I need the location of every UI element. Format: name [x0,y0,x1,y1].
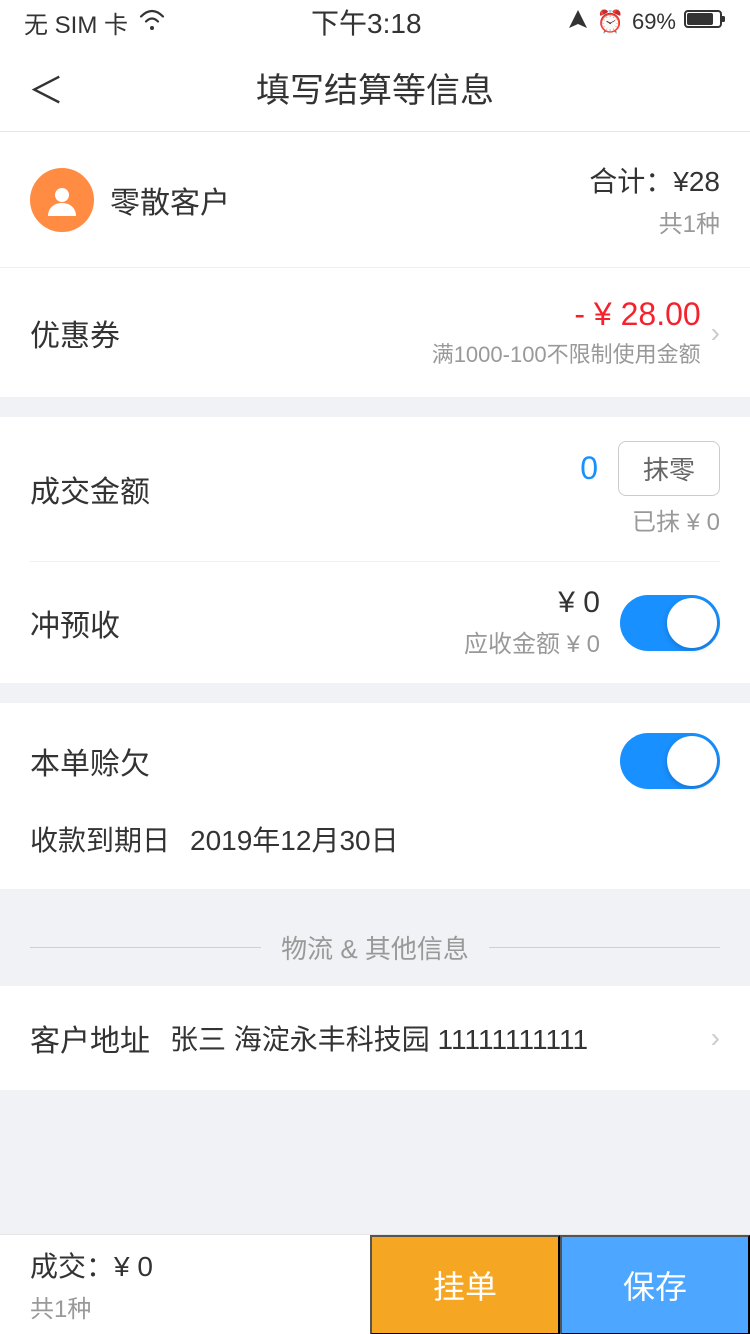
bottom-transaction: 成交：¥ 0 [30,1245,340,1285]
bottom-summary: 成交：¥ 0 共1种 [0,1245,370,1324]
date-row: 收款到期日 2019年12月30日 [0,819,750,889]
time-label: 下午3:18 [311,2,422,42]
customer-section: 零散客户 合计：¥28 共1种 优惠券 - ¥ 28.00 满1000-100不… [0,132,750,397]
advance-row: 冲预收 ¥ 0 应收金额 ¥ 0 [0,562,750,683]
status-bar: 无 SIM 卡 下午3:18 ⏰ 69% [0,0,750,44]
wifi-icon [138,8,166,37]
bottom-bar: 成交：¥ 0 共1种 挂单 保存 [0,1234,750,1334]
customer-name: 零散客户 [110,178,230,222]
bottom-spacer [0,1090,750,1210]
coupon-desc: 满1000-100不限制使用金额 [432,337,701,369]
transaction-right: 0 抹零 已抹 ¥ 0 [580,441,720,537]
battery-label: 69% [632,9,676,35]
customer-row: 零散客户 合计：¥28 共1种 [0,132,750,267]
coupon-label: 优惠券 [30,311,120,355]
customer-total: 合计：¥28 [589,160,720,200]
bottom-transaction-label: 成交： [30,1251,114,1282]
transaction-sub: 已抹 ¥ 0 [632,502,720,537]
debt-row: 本单赊欠 [0,703,750,819]
due-date-value: 2019年12月30日 [190,819,399,859]
status-left: 无 SIM 卡 [24,5,166,40]
coupon-row[interactable]: 优惠券 - ¥ 28.00 满1000-100不限制使用金额 › [0,267,750,397]
logistics-divider: 物流 & 其他信息 [0,909,750,986]
coupon-right: - ¥ 28.00 满1000-100不限制使用金额 › [432,296,720,369]
advance-sub: 应收金额 ¥ 0 [464,624,600,659]
transaction-section: 成交金额 0 抹零 已抹 ¥ 0 冲预收 ¥ 0 应收金额 ¥ 0 [0,417,750,683]
address-section[interactable]: 客户地址 张三 海淀永丰科技园 11111111111 › [0,986,750,1090]
advance-right: ¥ 0 应收金额 ¥ 0 [464,586,720,659]
bottom-transaction-amount: ¥ 0 [114,1251,153,1282]
logistics-line-left [30,947,261,948]
customer-avatar [30,168,94,232]
status-right: ⏰ 69% [567,8,726,36]
debt-section: 本单赊欠 收款到期日 2019年12月30日 [0,703,750,889]
transaction-label: 成交金额 [30,467,150,511]
address-label: 客户地址 [30,1016,150,1060]
battery-icon [684,8,726,36]
page-title: 填写结算等信息 [256,63,494,112]
round-button[interactable]: 抹零 [618,441,720,496]
transaction-amount-row: 0 抹零 [580,441,720,496]
debt-toggle[interactable] [620,733,720,789]
address-chevron-icon: › [711,1022,720,1054]
debt-toggle-knob [667,736,717,786]
due-date-label: 收款到期日 [30,819,170,859]
advance-toggle[interactable] [620,595,720,651]
save-button[interactable]: 保存 [560,1235,750,1334]
address-row[interactable]: 客户地址 张三 海淀永丰科技园 11111111111 › [0,986,750,1090]
advance-main: ¥ 0 [464,586,600,620]
chevron-right-icon: › [711,317,720,349]
customer-summary: 合计：¥28 共1种 [589,160,720,239]
pending-button[interactable]: 挂单 [370,1235,560,1334]
customer-count: 共1种 [589,204,720,239]
logistics-line-right [489,947,720,948]
customer-info: 零散客户 [30,168,230,232]
transaction-amount: 0 [580,450,598,487]
transaction-row: 成交金额 0 抹零 已抹 ¥ 0 [0,417,750,561]
address-value: 张三 海淀永丰科技园 11111111111 [170,1018,711,1058]
bottom-count: 共1种 [30,1289,340,1324]
logistics-label: 物流 & 其他信息 [261,929,489,966]
advance-label: 冲预收 [30,601,120,645]
location-icon [567,8,589,36]
toggle-knob [667,598,717,648]
coupon-info: - ¥ 28.00 满1000-100不限制使用金额 [432,296,701,369]
alarm-icon: ⏰ [597,9,624,35]
advance-amounts: ¥ 0 应收金额 ¥ 0 [464,586,600,659]
debt-label: 本单赊欠 [30,739,150,783]
nav-bar: ＜ 填写结算等信息 [0,44,750,132]
back-button[interactable]: ＜ [28,62,64,114]
coupon-discount: - ¥ 28.00 [432,296,701,333]
carrier-label: 无 SIM 卡 [24,5,128,40]
